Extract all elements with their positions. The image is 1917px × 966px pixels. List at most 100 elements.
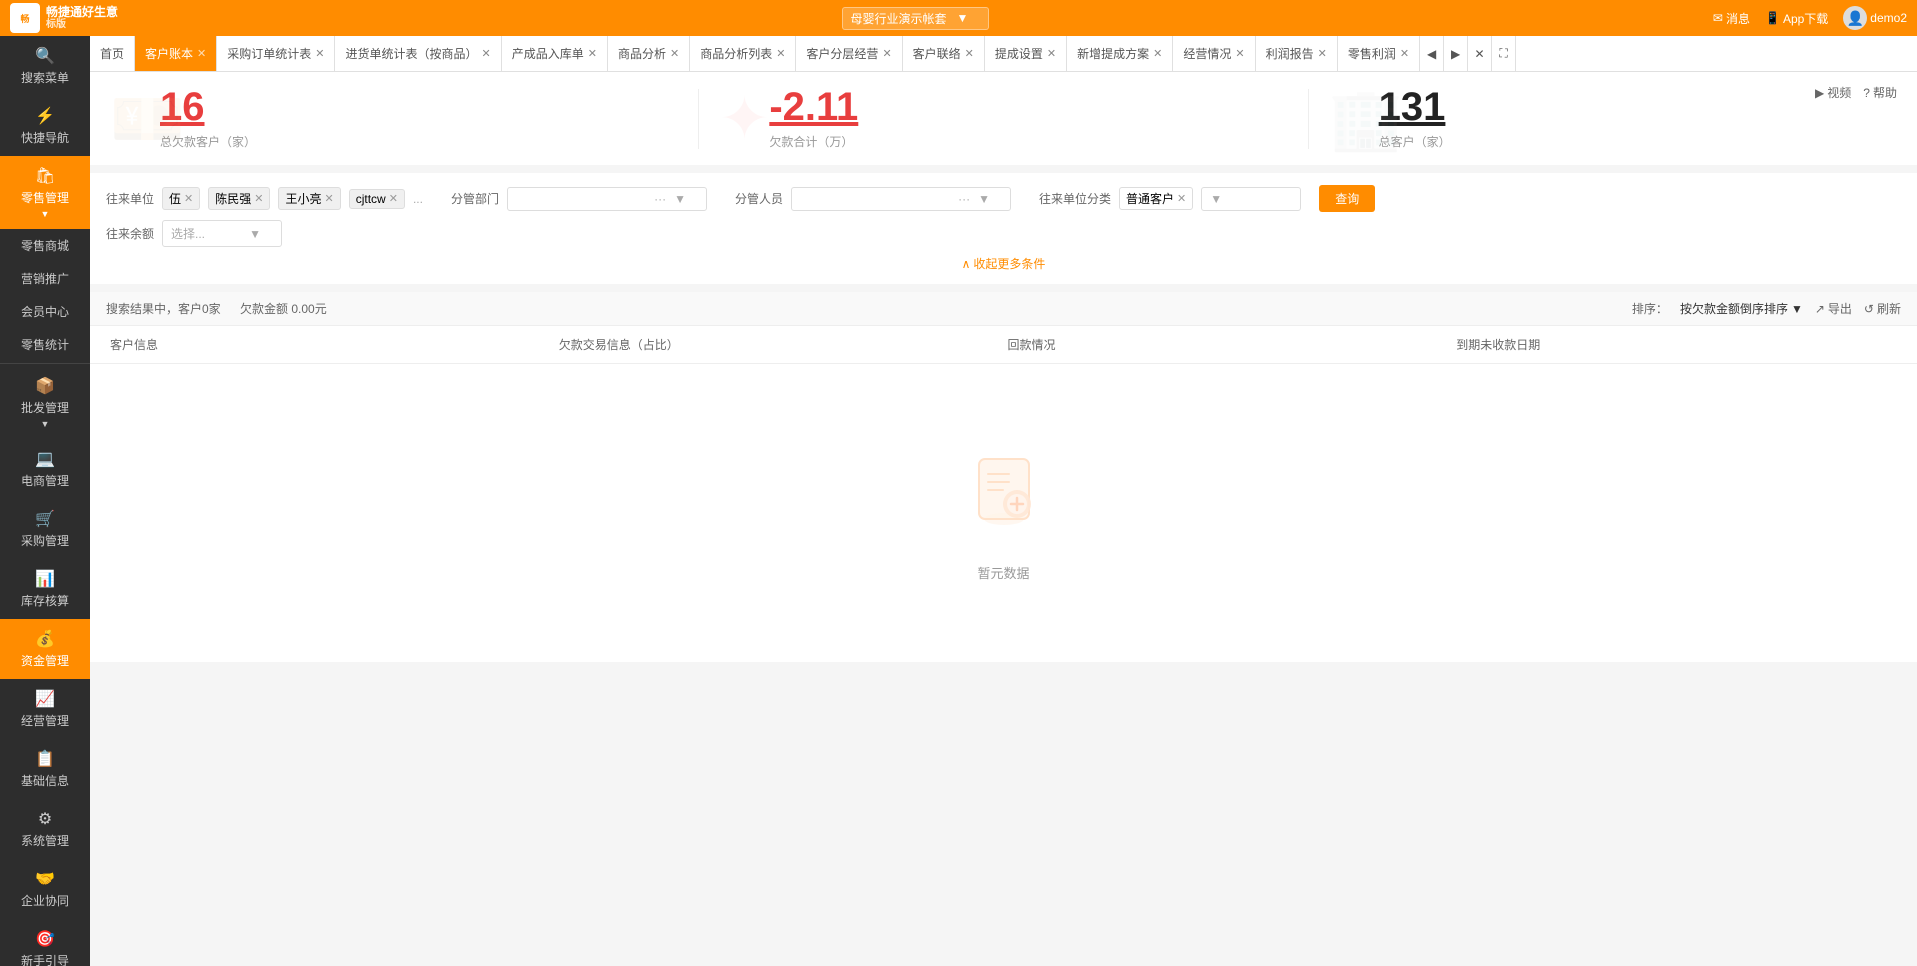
filter-tag-wangxiaoliang[interactable]: 王小亮 ✕ [278, 187, 340, 210]
stat-total-customers: 🏢 131 总客户（家） [1329, 87, 1897, 150]
category-dropdown-arrow: ▼ [1210, 192, 1222, 206]
stat-total-debt: ✦ -2.11 欠款合计（万） [719, 87, 1287, 150]
filter-tag-ordinary-customer[interactable]: 普通客户 ✕ [1119, 187, 1193, 210]
remove-tag-wu[interactable]: ✕ [184, 192, 193, 205]
refresh-icon: ↺ [1864, 302, 1874, 316]
video-btn[interactable]: ▶ 视频 [1815, 84, 1851, 101]
filter-tag-cjttcw[interactable]: cjttcw ✕ [349, 189, 405, 209]
store-selector[interactable]: 母婴行业演示帐套 ▼ [842, 7, 990, 30]
tab-bar: 首页 客户账本 ✕ 采购订单统计表 ✕ 进货单统计表（按商品） ✕ 产成品入库单… [90, 36, 1917, 72]
tab-profit-report[interactable]: 利润报告 ✕ [1256, 36, 1338, 72]
filter-category-select[interactable]: ▼ [1201, 187, 1301, 211]
close-tab-retail-profit[interactable]: ✕ [1400, 47, 1409, 60]
sidebar-item-ecommerce[interactable]: 💻 电商管理 [0, 439, 90, 499]
close-tab-profit-report[interactable]: ✕ [1318, 47, 1327, 60]
stat-debt-value[interactable]: -2.11 [769, 87, 858, 127]
sidebar-item-system[interactable]: ⚙ 系统管理 [0, 799, 90, 859]
export-icon: ↗ [1815, 302, 1825, 316]
tab-goods-analysis[interactable]: 商品分析 ✕ [608, 36, 690, 72]
helper-actions: ▶ 视频 ? 帮助 [1815, 84, 1897, 101]
user-avatar: 👤 [1843, 6, 1867, 30]
sidebar-item-marketing[interactable]: 营销推广 [0, 262, 90, 295]
remove-tag-chenminqiang[interactable]: ✕ [254, 192, 263, 205]
collapse-btn[interactable]: ∧ 收起更多条件 [106, 255, 1901, 272]
sidebar-item-retail[interactable]: 🛍 零售管理 ▼ [0, 156, 90, 229]
tab-purchase-order[interactable]: 采购订单统计表 ✕ [217, 36, 335, 72]
system-icon: ⚙ [38, 809, 52, 829]
remove-tag-cjttcw[interactable]: ✕ [389, 192, 398, 205]
remove-tag-wangxiaoliang[interactable]: ✕ [325, 192, 334, 205]
refresh-btn[interactable]: ↺ 刷新 [1864, 300, 1901, 317]
tab-close-all-btn[interactable]: ✕ [1468, 36, 1492, 72]
close-tab-goods-stats[interactable]: ✕ [482, 47, 491, 60]
sidebar-item-inventory[interactable]: 📊 库存核算 [0, 559, 90, 619]
close-tab-customer-account[interactable]: ✕ [197, 47, 206, 60]
message-btn[interactable]: ✉ 消息 [1713, 10, 1750, 27]
app-download-btn[interactable]: 📱 App下载 [1765, 10, 1828, 27]
sidebar-item-guide[interactable]: 🎯 新手引导 [0, 919, 90, 966]
stat-total-debt-customers: 💴 16 总欠款客户（家） [110, 87, 678, 150]
sidebar: 🔍 搜索菜单 ⚡ 快捷导航 🛍 零售管理 ▼ 零售商城 营销推广 会员中心 [0, 36, 90, 966]
sidebar-item-wholesale[interactable]: 📦 批发管理 ▼ [0, 366, 90, 439]
col-debt-trade: 欠款交易信息（占比） [555, 336, 1004, 353]
close-tab-commission-settings[interactable]: ✕ [1047, 47, 1056, 60]
tab-customer-segment[interactable]: 客户分层经营 ✕ [796, 36, 902, 72]
filter-dept-select[interactable]: ··· ▼ [507, 187, 707, 211]
tab-goods-analysis-list[interactable]: 商品分析列表 ✕ [690, 36, 796, 72]
collapse-icon: ∧ [962, 257, 971, 271]
close-tab-goods-analysis[interactable]: ✕ [670, 47, 679, 60]
sidebar-item-operations[interactable]: 📈 经营管理 [0, 679, 90, 739]
tab-goods-stats[interactable]: 进货单统计表（按商品） ✕ [335, 36, 501, 72]
sidebar-item-quicknav[interactable]: ⚡ 快捷导航 [0, 96, 90, 156]
sidebar-item-cooperation[interactable]: 🤝 企业协同 [0, 859, 90, 919]
tab-retail-profit[interactable]: 零售利润 ✕ [1338, 36, 1420, 72]
expand-icon: ▼ [41, 209, 50, 219]
sort-arrow-icon: ▼ [1791, 302, 1803, 316]
sidebar-item-finance[interactable]: 💰 资金管理 [0, 619, 90, 679]
close-tab-product-inbound[interactable]: ✕ [588, 47, 597, 60]
close-tab-operations[interactable]: ✕ [1235, 47, 1244, 60]
tab-customer-contact[interactable]: 客户联络 ✕ [903, 36, 985, 72]
tab-home[interactable]: 首页 [90, 36, 135, 72]
tab-next-btn[interactable]: ▶ [1444, 36, 1468, 72]
user-avatar-btn[interactable]: 👤 demo2 [1843, 6, 1907, 30]
tab-commission-settings[interactable]: 提成设置 ✕ [985, 36, 1067, 72]
expand-icon-2: ▼ [41, 419, 50, 429]
sidebar-item-search[interactable]: 🔍 搜索菜单 [0, 36, 90, 96]
remove-tag-ordinary[interactable]: ✕ [1177, 192, 1186, 205]
empty-text: 暂元数据 [977, 563, 1029, 582]
sidebar-item-retail-mall[interactable]: 零售商城 [0, 229, 90, 262]
close-tab-customer-segment[interactable]: ✕ [882, 47, 891, 60]
inventory-icon: 📊 [35, 569, 55, 589]
query-button[interactable]: 查询 [1319, 185, 1375, 212]
close-tab-purchase-order[interactable]: ✕ [315, 47, 324, 60]
filter-area: 往来单位 伍 ✕ 陈民强 ✕ 王小亮 ✕ [90, 173, 1917, 292]
close-tab-customer-contact[interactable]: ✕ [965, 47, 974, 60]
filter-person-select[interactable]: ··· ▼ [791, 187, 1011, 211]
sort-select[interactable]: 按欠款金额倒序排序 ▼ [1680, 300, 1803, 317]
sidebar-item-retail-stats[interactable]: 零售统计 [0, 328, 90, 361]
filter-balance-select[interactable]: 选择... ▼ [162, 220, 282, 247]
sidebar-item-members[interactable]: 会员中心 [0, 295, 90, 328]
tab-customer-account[interactable]: 客户账本 ✕ [135, 36, 217, 72]
filter-tag-chenminqiang[interactable]: 陈民强 ✕ [208, 187, 270, 210]
tab-prev-btn[interactable]: ◀ [1420, 36, 1444, 72]
help-btn[interactable]: ? 帮助 [1863, 84, 1897, 101]
retail-icon: 🛍 [35, 166, 55, 186]
tab-product-inbound[interactable]: 产成品入库单 ✕ [502, 36, 608, 72]
filter-balance-label: 往来余额 [106, 225, 154, 242]
filter-dept-label: 分管部门 [451, 190, 499, 207]
filter-tag-unit[interactable]: 伍 ✕ [162, 187, 200, 210]
tab-operations[interactable]: 经营情况 ✕ [1173, 36, 1255, 72]
sort-label: 排序： [1632, 300, 1668, 317]
dept-dropdown-arrow: ▼ [674, 192, 686, 206]
close-tab-goods-analysis-list[interactable]: ✕ [776, 47, 785, 60]
export-btn[interactable]: ↗ 导出 [1815, 300, 1852, 317]
tab-new-commission[interactable]: 新增提成方案 ✕ [1067, 36, 1173, 72]
tab-expand-btn[interactable]: ⛶ [1492, 36, 1516, 72]
help-icon: ? [1863, 86, 1870, 100]
sidebar-item-purchase[interactable]: 🛒 采购管理 [0, 499, 90, 559]
filter-more-btn[interactable]: ... [413, 192, 423, 206]
sidebar-item-basics[interactable]: 📋 基础信息 [0, 739, 90, 799]
close-tab-new-commission[interactable]: ✕ [1153, 47, 1162, 60]
